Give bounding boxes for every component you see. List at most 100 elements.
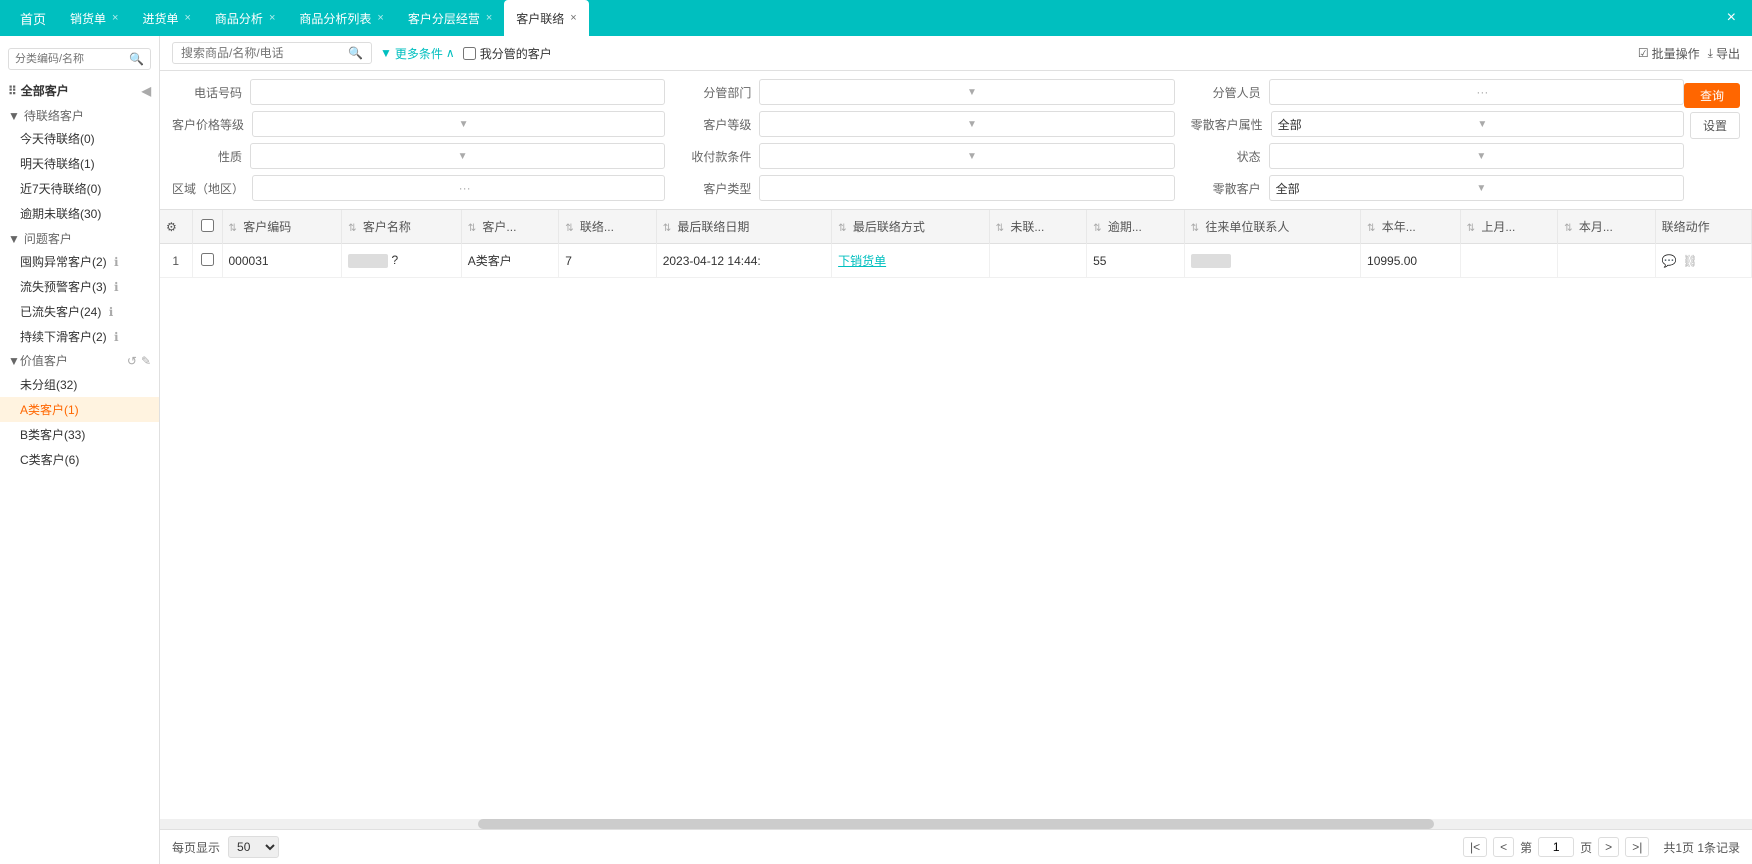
customer-type-input[interactable] <box>759 175 1174 201</box>
close-purchaseorder-icon[interactable]: × <box>184 12 190 24</box>
search-box[interactable]: 🔍 <box>172 42 372 64</box>
retail-customer-select[interactable]: 全部 ▼ <box>1269 175 1684 201</box>
batch-ops-btn[interactable]: ☑ 批量操作 <box>1638 45 1700 62</box>
nav-tab-customerlayer[interactable]: 客户分层经营 × <box>396 0 504 36</box>
nature-select[interactable]: ▼ <box>250 143 665 169</box>
more-filters-btn[interactable]: ▼ 更多条件 ∧ <box>380 45 455 62</box>
row-last-method[interactable]: 下销货单 <box>832 244 990 278</box>
horizontal-scrollbar[interactable] <box>160 819 1752 829</box>
col-contact-person: ⇅ 往来单位联系人 <box>1184 210 1360 244</box>
page-size-select[interactable]: 50 100 200 <box>228 836 279 858</box>
sidebar-item-bclass[interactable]: B类客户(33) <box>0 422 159 447</box>
sidebar-item-lost[interactable]: 已流失客户(24) ℹ <box>0 299 159 324</box>
sidebar-search-input[interactable] <box>15 53 129 65</box>
filter-region: 区域（地区） ··· <box>172 175 665 201</box>
scrollbar-thumb[interactable] <box>478 819 1433 829</box>
nav-tab-analysislist[interactable]: 商品分析列表 × <box>287 0 395 36</box>
col-checkbox[interactable] <box>192 210 222 244</box>
col-this-month: ⇅ 本月... <box>1558 210 1656 244</box>
close-salesorder-icon[interactable]: × <box>112 12 118 24</box>
row-code: 000031 <box>222 244 342 278</box>
filter-retail-attr: 零散客户属性 全部 ▼ <box>1191 111 1684 137</box>
phone-label: 电话号码 <box>172 84 242 101</box>
collapse-icon[interactable]: ◀ <box>142 84 151 98</box>
phone-input[interactable] <box>250 79 665 105</box>
first-page-btn[interactable]: |< <box>1463 837 1487 857</box>
nav-home[interactable]: 首页 <box>8 9 58 28</box>
row-customer-type: A类客户 <box>461 244 559 278</box>
sidebar-item-abnormal[interactable]: 囤购异常客户(2) ℹ <box>0 249 159 274</box>
sidebar-item-7days[interactable]: 近7天待联络(0) <box>0 176 159 201</box>
prev-page-btn[interactable]: < <box>1493 837 1514 857</box>
sidebar-group-problem[interactable]: ▼ 问题客户 <box>0 226 159 249</box>
customer-level-select[interactable]: ▼ <box>759 111 1174 137</box>
price-level-select[interactable]: ▼ <box>252 111 665 137</box>
row-actions[interactable]: 💬 ⛓ <box>1655 244 1751 278</box>
arrow-down-icon3[interactable]: ▼ <box>8 354 20 368</box>
row-checkbox-cell[interactable] <box>192 244 222 278</box>
nav-tab-customercontact[interactable]: 客户联络 × <box>504 0 588 36</box>
sidebar-item-ungroup[interactable]: 未分组(32) <box>0 372 159 397</box>
setting-button[interactable]: 设置 <box>1690 112 1740 139</box>
payment-select[interactable]: ▼ <box>759 143 1174 169</box>
nav-tab-purchaseorder[interactable]: 进货单 × <box>130 0 202 36</box>
my-customers-filter[interactable]: 我分管的客户 <box>463 45 552 62</box>
row-last-date: 2023-04-12 14:44: <box>656 244 831 278</box>
last-method-link[interactable]: 下销货单 <box>838 254 886 268</box>
nav-tab-salesorder[interactable]: 销货单 × <box>58 0 130 36</box>
manager-label: 分管人员 <box>1191 84 1261 101</box>
sort-icon7: ⇅ <box>996 223 1004 234</box>
sidebar-item-aclass[interactable]: A类客户(1) <box>0 397 159 422</box>
sidebar-item-cclass[interactable]: C类客户(6) <box>0 447 159 472</box>
sort-icon8: ⇅ <box>1093 223 1101 234</box>
search-input[interactable] <box>181 46 344 60</box>
close-analysis-icon[interactable]: × <box>269 12 275 24</box>
select-all-checkbox[interactable] <box>201 219 214 232</box>
refresh-icon[interactable]: ↺ <box>127 354 137 368</box>
last-page-btn[interactable]: >| <box>1625 837 1649 857</box>
link-icon[interactable]: ⛓ <box>1683 254 1698 268</box>
close-customercontact-icon[interactable]: × <box>570 12 576 24</box>
nav-tab-analysis[interactable]: 商品分析 × <box>203 0 287 36</box>
close-customerlayer-icon[interactable]: × <box>486 12 492 24</box>
close-analysislist-icon[interactable]: × <box>377 12 383 24</box>
row-checkbox[interactable] <box>201 253 214 266</box>
row-overdue-detail <box>1184 244 1360 278</box>
export-btn[interactable]: ⤓ 导出 <box>1708 45 1740 62</box>
chat-icon[interactable]: 💬 <box>1662 254 1677 268</box>
edit-icon[interactable]: ✎ <box>141 354 151 368</box>
manager-input[interactable]: ··· <box>1269 79 1684 105</box>
retail-customer-label: 零散客户 <box>1191 180 1261 197</box>
filter-row-4: 区域（地区） ··· 客户类型 零散客户 <box>172 175 1684 201</box>
close-app-icon[interactable]: × <box>1719 9 1744 27</box>
status-select[interactable]: ▼ <box>1269 143 1684 169</box>
sidebar-item-warning[interactable]: 流失预警客户(3) ℹ <box>0 274 159 299</box>
page-input[interactable] <box>1538 837 1574 857</box>
sidebar-search-box[interactable]: 🔍 <box>8 48 151 70</box>
sidebar-group-pending[interactable]: ▼ 待联络客户 <box>0 103 159 126</box>
sidebar-item-overdue[interactable]: 逾期未联络(30) <box>0 201 159 226</box>
col-this-year: ⇅ 本年... <box>1361 210 1461 244</box>
dept-select[interactable]: ▼ <box>759 79 1174 105</box>
sort-icon3: ⇅ <box>468 223 476 234</box>
my-customers-checkbox[interactable] <box>463 47 476 60</box>
sidebar-item-today[interactable]: 今天待联络(0) <box>0 126 159 151</box>
chevron-down-icon3: ▼ <box>967 119 1168 130</box>
sidebar-item-tomorrow[interactable]: 明天待联络(1) <box>0 151 159 176</box>
info-icon: ℹ <box>114 255 119 269</box>
row-this-month <box>1558 244 1656 278</box>
main-layout: 🔍 ⠿ 全部客户 ◀ ▼ 待联络客户 今天待联络(0) 明天待联络(1) 近7天… <box>0 36 1752 864</box>
settings-icon[interactable]: ⚙ <box>166 220 177 234</box>
col-settings[interactable]: ⚙ <box>160 210 192 244</box>
filter-phone: 电话号码 <box>172 79 665 105</box>
table-footer: 每页显示 50 100 200 |< < 第 页 > >| 共1页 1条记录 <box>160 829 1752 864</box>
contact-person-blur <box>1191 254 1231 268</box>
sort-icon6: ⇅ <box>838 223 846 234</box>
retail-attr-select[interactable]: 全部 ▼ <box>1271 111 1684 137</box>
sidebar-all-customers[interactable]: ⠿ 全部客户 ◀ <box>0 78 159 103</box>
next-page-btn[interactable]: > <box>1598 837 1619 857</box>
sidebar-item-declining[interactable]: 持续下滑客户(2) ℹ <box>0 324 159 349</box>
query-button[interactable]: 查询 <box>1684 83 1740 108</box>
row-contact-count: 7 <box>559 244 657 278</box>
region-input[interactable]: ··· <box>252 175 665 201</box>
